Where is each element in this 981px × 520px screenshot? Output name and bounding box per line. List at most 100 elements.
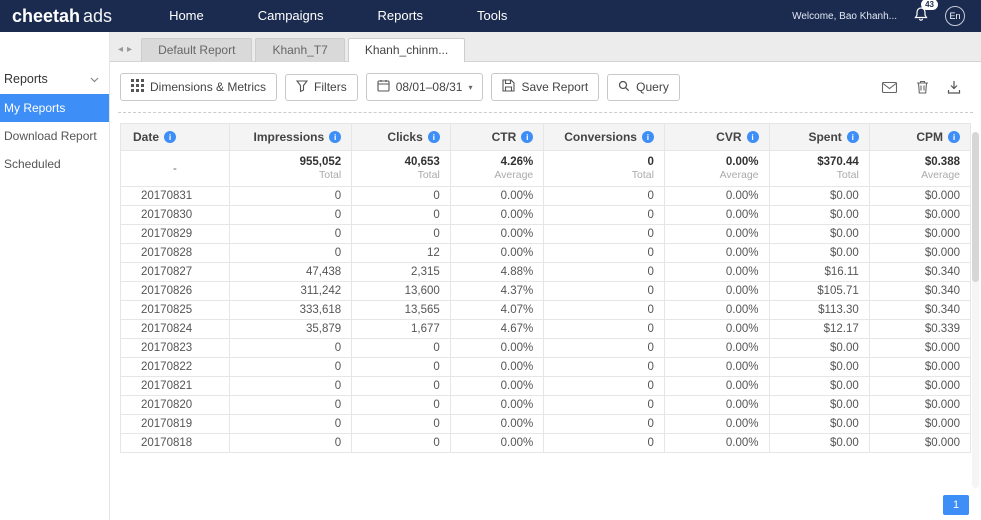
sidebar-item-download-report[interactable]: Download Report	[0, 122, 109, 150]
row-value-cell: $0.00	[768, 433, 870, 453]
row-value-cell: 0	[228, 338, 353, 358]
row-date-cell: 20170829	[120, 224, 230, 244]
brand-logo[interactable]: cheetah ads	[12, 6, 112, 27]
nav-menu: Home Campaigns Reports Tools	[142, 0, 534, 32]
row-value-cell: $0.00	[768, 186, 870, 206]
sidebar-item-scheduled[interactable]: Scheduled	[0, 150, 109, 178]
user-name[interactable]: Bao Khanh...	[839, 11, 897, 22]
tab-default-report[interactable]: Default Report	[141, 38, 253, 62]
page-1-button[interactable]: 1	[943, 495, 969, 515]
sidebar-item-my-reports[interactable]: My Reports	[0, 94, 109, 122]
info-icon[interactable]: i	[164, 131, 177, 143]
table-row: 20170828 0 12 0.00% 0 0.00% $0.00 $0.000	[120, 243, 972, 263]
nav-right: Welcome, Bao Khanh... 43 En	[792, 0, 981, 27]
date-range-button[interactable]: 08/01–08/31 ▾	[365, 73, 484, 101]
row-date-cell: 20170827	[120, 262, 230, 282]
table-row: 20170821 0 0 0.00% 0 0.00% $0.00 $0.000	[120, 376, 972, 396]
filters-button[interactable]: Filters	[285, 73, 358, 101]
row-value-cell: 4.37%	[449, 281, 545, 301]
email-icon[interactable]	[881, 81, 898, 94]
info-icon[interactable]: i	[329, 131, 342, 143]
row-value-cell: 0.00%	[663, 205, 770, 225]
row-value-cell: $0.340	[868, 262, 972, 282]
row-date-cell: 20170826	[120, 281, 230, 301]
table-row: 20170829 0 0 0.00% 0 0.00% $0.00 $0.000	[120, 224, 972, 244]
info-icon[interactable]: i	[846, 131, 859, 143]
row-date-cell: 20170831	[120, 186, 230, 206]
row-value-cell: 0	[228, 224, 353, 244]
nav-item-tools[interactable]: Tools	[450, 0, 534, 32]
column-label-conversions: Conversions	[564, 130, 637, 144]
table-body: -955,052 Total 40,653 Total 4.26% Average 0 Tot…	[120, 150, 972, 453]
nav-item-reports[interactable]: Reports	[351, 0, 451, 32]
caret-down-icon: ▾	[468, 82, 473, 92]
row-value-cell: 0.00%	[663, 243, 770, 263]
dashed-divider	[118, 112, 973, 113]
row-value-cell: 0	[351, 186, 451, 206]
row-value-cell: 0.00%	[663, 376, 770, 396]
row-value-cell: 0	[543, 433, 665, 453]
search-icon	[618, 80, 630, 95]
row-value-cell: 0.00%	[663, 281, 770, 301]
dimensions-metrics-button[interactable]: Dimensions & Metrics	[120, 73, 278, 101]
row-value-cell: $0.340	[868, 281, 972, 301]
tab-scroll-arrows: ◂ ▸	[118, 44, 132, 55]
nav-item-campaigns[interactable]: Campaigns	[231, 0, 351, 32]
column-header-date: Date i	[120, 123, 230, 151]
row-value-cell: 0	[351, 357, 451, 377]
tab-scroll-right-icon[interactable]: ▸	[127, 44, 132, 55]
save-icon	[502, 79, 516, 95]
dimensions-metrics-label: Dimensions & Metrics	[150, 80, 267, 94]
info-icon[interactable]: i	[641, 131, 654, 143]
column-label-clicks: Clicks	[387, 130, 423, 144]
row-value-cell: 0.00%	[449, 433, 545, 453]
row-value-cell: $0.000	[868, 414, 972, 434]
row-value-cell: 0	[543, 338, 665, 358]
query-button[interactable]: Query	[607, 73, 680, 101]
row-value-cell: $12.17	[768, 319, 870, 339]
tab-khanh-chinm[interactable]: Khanh_chinm...	[347, 38, 466, 62]
totals-cell: 0.00% Average	[663, 150, 770, 187]
tab-list: Default Report Khanh_T7 Khanh_chinm...	[141, 38, 466, 62]
info-icon[interactable]: i	[521, 131, 534, 143]
row-value-cell: 333,618	[228, 300, 353, 320]
row-value-cell: 35,879	[228, 319, 353, 339]
tab-scroll-left-icon[interactable]: ◂	[118, 44, 123, 55]
row-value-cell: 0.00%	[449, 395, 545, 415]
chevron-down-icon	[90, 72, 99, 86]
row-value-cell: 0	[228, 357, 353, 377]
totals-value: 4.26%	[500, 156, 534, 168]
sidebar-section-reports[interactable]: Reports	[0, 64, 109, 94]
column-label-cvr: CVR	[716, 130, 742, 144]
notifications-button[interactable]: 43	[913, 0, 938, 27]
report-table: Date i Impressions i Clicks i CTR i Conversions i…	[120, 123, 972, 453]
totals-value: $0.388	[924, 156, 960, 168]
row-value-cell: $0.00	[768, 376, 870, 396]
nav-item-home[interactable]: Home	[142, 0, 231, 32]
row-value-cell: 13,565	[351, 300, 451, 320]
trash-icon[interactable]	[916, 80, 929, 94]
row-value-cell: $0.00	[768, 243, 870, 263]
download-icon[interactable]	[947, 80, 961, 94]
scrollbar-thumb[interactable]	[972, 132, 979, 282]
row-value-cell: $0.00	[768, 395, 870, 415]
language-button[interactable]: En	[945, 6, 965, 26]
info-icon[interactable]: i	[427, 131, 440, 143]
tab-khanh-t7[interactable]: Khanh_T7	[255, 38, 345, 62]
row-value-cell: 0	[543, 281, 665, 301]
table-scrollbar[interactable]	[972, 132, 979, 488]
top-navbar: cheetah ads Home Campaigns Reports Tools Wel…	[0, 0, 981, 32]
info-icon[interactable]: i	[746, 131, 759, 143]
row-date-cell: 20170821	[120, 376, 230, 396]
row-value-cell: 0.00%	[663, 395, 770, 415]
row-value-cell: 0.00%	[449, 376, 545, 396]
filters-label: Filters	[314, 80, 347, 94]
totals-sublabel: Total	[319, 169, 342, 181]
row-value-cell: $0.00	[768, 414, 870, 434]
row-date-cell: 20170822	[120, 357, 230, 377]
save-report-button[interactable]: Save Report	[491, 73, 600, 101]
main-content: ◂ ▸ Default Report Khanh_T7 Khanh_chinm...…	[110, 32, 981, 520]
totals-sublabel: Average	[921, 169, 960, 181]
column-header-cvr: CVR i	[663, 123, 770, 151]
info-icon[interactable]: i	[948, 131, 960, 143]
